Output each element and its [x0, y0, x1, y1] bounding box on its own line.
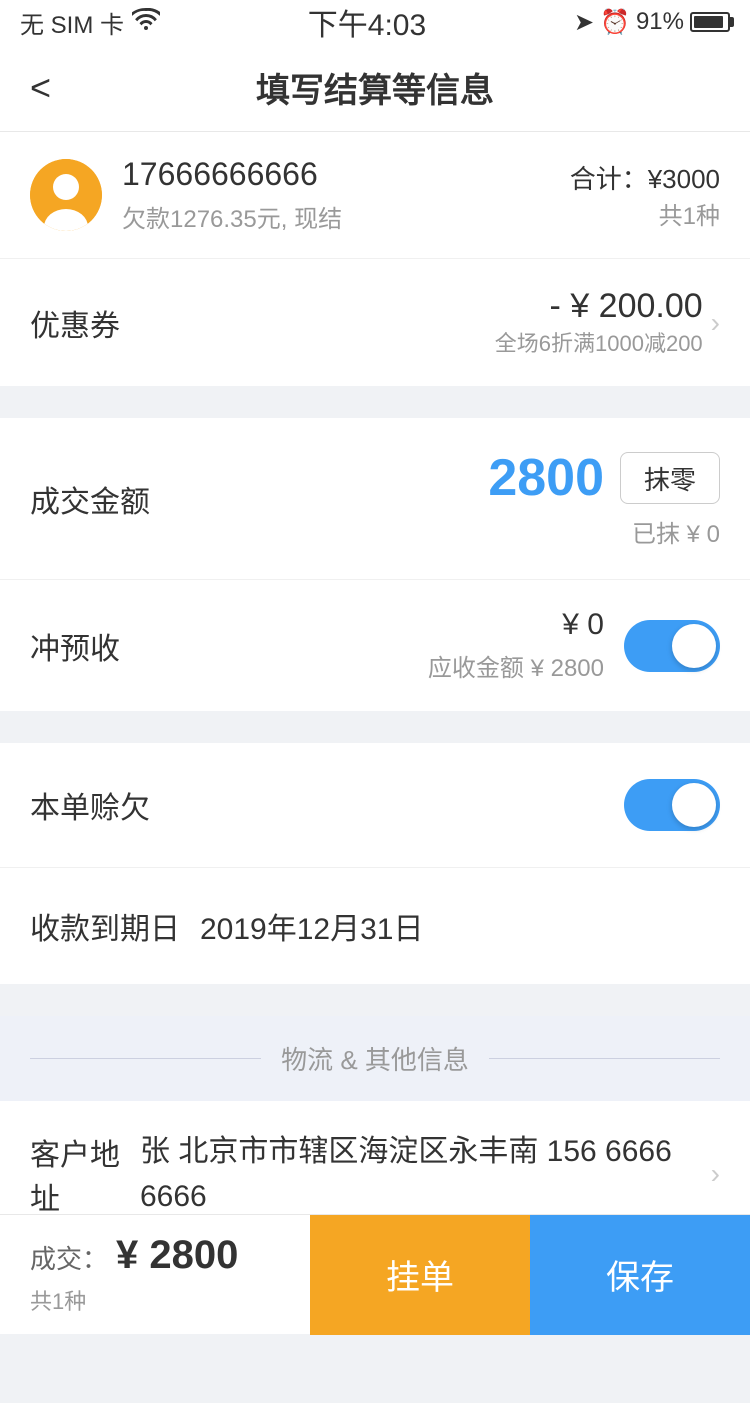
- deal-card: 成交金额 2800 抹零 已抹 ¥ 0 冲预收 ¥ 0 应收金额 ¥ 2800: [0, 418, 750, 711]
- customer-total: 合计：¥3000 共1种: [570, 159, 720, 231]
- status-left: 无 SIM 卡: [20, 5, 160, 40]
- duedate-value: 2019年12月31日: [200, 904, 423, 948]
- coupon-amount: - ¥ 200.00: [495, 287, 703, 326]
- footer-info: 成交： ¥ 2800 共1种: [0, 1233, 310, 1316]
- prepaid-right: ¥ 0 应收金额 ¥ 2800: [428, 608, 604, 683]
- chevron-right-icon: ›: [711, 307, 720, 339]
- wifi-icon: [132, 8, 160, 37]
- address-chevron-icon: ›: [711, 1158, 720, 1190]
- logistics-label: 物流 & 其他信息: [281, 1040, 469, 1077]
- footer-count: 共1种: [30, 1284, 280, 1316]
- address-label: 客户地址: [30, 1130, 120, 1218]
- battery-percent: 91%: [636, 8, 684, 36]
- alarm-icon: ⏰: [600, 8, 630, 37]
- customer-card: 17666666666 欠款1276.35元, 现结 合计：¥3000 共1种 …: [0, 132, 750, 386]
- customer-debt: 欠款1276.35元, 现结: [122, 199, 342, 234]
- divider-3: [0, 1000, 750, 1016]
- deal-amount-label: 成交金额: [30, 477, 150, 521]
- total-label: 合计：¥3000: [570, 159, 720, 196]
- credit-toggle-knob: [672, 783, 716, 827]
- credit-card: 本单赊欠 收款到期日 2019年12月31日: [0, 743, 750, 984]
- prepaid-row: 冲预收 ¥ 0 应收金额 ¥ 2800: [0, 580, 750, 711]
- credit-row: 本单赊欠: [0, 743, 750, 867]
- customer-phone: 17666666666: [122, 156, 342, 193]
- prepaid-amount: ¥ 0: [562, 608, 604, 642]
- deal-amount-sub: 已抹 ¥ 0: [632, 514, 720, 549]
- divider-2: [0, 727, 750, 743]
- deal-amount-value: 2800: [488, 448, 604, 508]
- duedate-row: 收款到期日 2019年12月31日: [0, 867, 750, 984]
- customer-info: 17666666666 欠款1276.35元, 现结: [122, 156, 342, 234]
- customer-row: 17666666666 欠款1276.35元, 现结 合计：¥3000 共1种: [0, 132, 750, 258]
- location-icon: ➤: [574, 8, 594, 37]
- footer: 成交： ¥ 2800 共1种 挂单 保存: [0, 1214, 750, 1334]
- footer-total-label: 成交：: [30, 1239, 108, 1276]
- address-value: 张 北京市市辖区海淀区永丰南 156 6666 6666: [120, 1129, 711, 1219]
- credit-toggle[interactable]: [624, 779, 720, 831]
- coupon-label: 优惠券: [30, 301, 120, 345]
- page-title: 填写结算等信息: [256, 63, 494, 112]
- hang-button[interactable]: 挂单: [310, 1215, 530, 1335]
- logistics-line-right: [489, 1058, 720, 1059]
- prepaid-yingshou: 应收金额 ¥ 2800: [428, 648, 604, 683]
- round-button[interactable]: 抹零: [620, 452, 720, 504]
- customer-left: 17666666666 欠款1276.35元, 现结: [30, 156, 342, 234]
- logistics-header: 物流 & 其他信息: [0, 1016, 750, 1101]
- avatar: [30, 159, 102, 231]
- coupon-desc: 全场6折满1000减200: [495, 326, 703, 358]
- total-count: 共1种: [570, 196, 720, 231]
- toggle-knob: [672, 624, 716, 668]
- deal-amount-row: 成交金额 2800 抹零 已抹 ¥ 0: [0, 418, 750, 580]
- duedate-label: 收款到期日: [30, 904, 180, 948]
- prepaid-toggle[interactable]: [624, 620, 720, 672]
- nav-bar: < 填写结算等信息: [0, 44, 750, 132]
- battery-icon: [690, 12, 730, 32]
- status-time: 下午4:03: [308, 0, 426, 44]
- coupon-right-group: - ¥ 200.00 全场6折满1000减200 ›: [495, 287, 720, 358]
- save-button[interactable]: 保存: [530, 1215, 750, 1335]
- credit-label: 本单赊欠: [30, 783, 150, 827]
- status-bar: 无 SIM 卡 下午4:03 ➤ ⏰ 91%: [0, 0, 750, 44]
- carrier-text: 无 SIM 卡: [20, 5, 124, 40]
- footer-amount: ¥ 2800: [116, 1233, 238, 1278]
- status-right: ➤ ⏰ 91%: [574, 8, 730, 37]
- back-button[interactable]: <: [30, 67, 90, 109]
- prepaid-label: 冲预收: [30, 624, 120, 668]
- coupon-row[interactable]: 优惠券 - ¥ 200.00 全场6折满1000减200 ›: [0, 258, 750, 386]
- logistics-line-left: [30, 1058, 261, 1059]
- divider-1: [0, 402, 750, 418]
